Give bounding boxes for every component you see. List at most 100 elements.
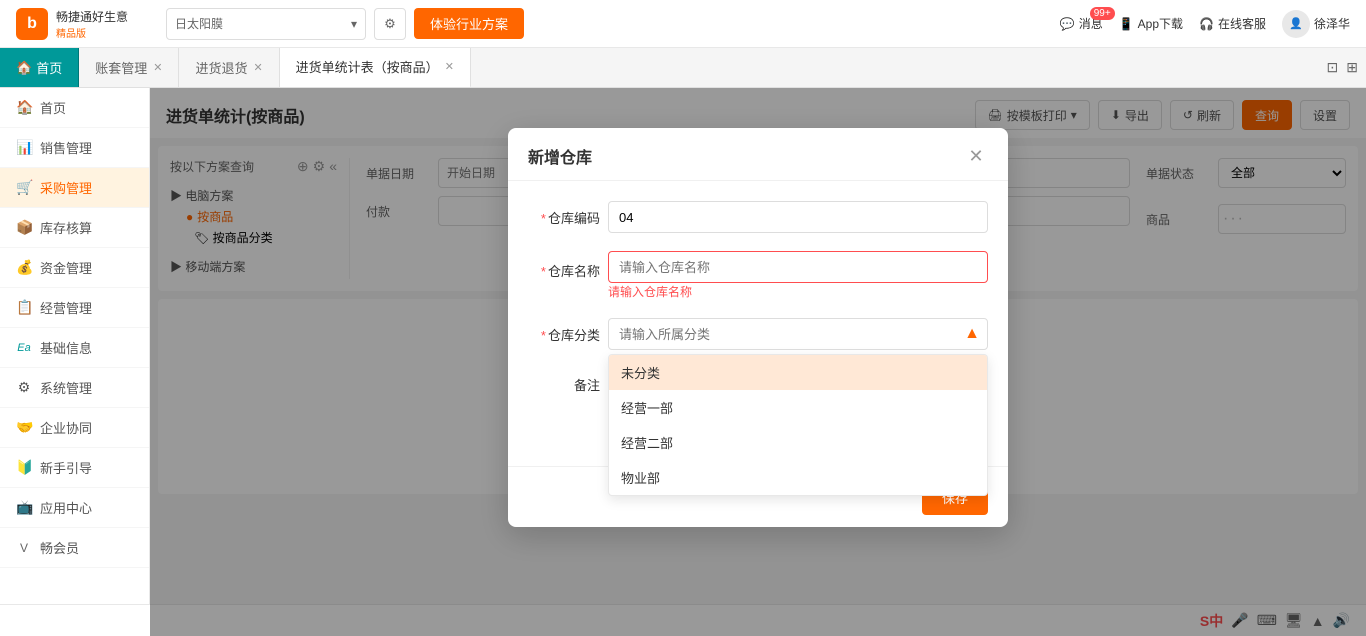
modal-title: 新增仓库 bbox=[528, 144, 592, 168]
operations-icon: 📋 bbox=[16, 299, 32, 316]
dropdown-item-dept1[interactable]: 经营一部 bbox=[609, 390, 987, 425]
logo-area: b 畅捷通好生意 精品版 bbox=[16, 8, 166, 40]
name-field-row: 仓库名称 请输入仓库名称 bbox=[528, 251, 988, 300]
sidebar-item-inventory[interactable]: 📦 库存核算 bbox=[0, 208, 149, 248]
category-select-wrapper: ▲ 未分类 经营一部 经营二部 物业部 bbox=[608, 318, 988, 350]
username-label: 徐泽华 bbox=[1314, 15, 1350, 32]
sidebar-item-basicinfo[interactable]: Ea 基础信息 bbox=[0, 328, 149, 368]
tab-expand-button[interactable]: ⊞ bbox=[1346, 59, 1358, 76]
modal-close-button[interactable]: ✕ bbox=[964, 144, 988, 168]
sidebar-item-sales[interactable]: 📊 销售管理 bbox=[0, 128, 149, 168]
tab-purchase-stats-label: 进货单统计表（按商品） bbox=[296, 57, 439, 76]
sidebar-system-label: 系统管理 bbox=[40, 378, 92, 397]
product-search-box[interactable]: 日太阳膜 ▾ bbox=[166, 8, 366, 40]
notification-badge: 99+ bbox=[1090, 7, 1115, 20]
settings-gear-button[interactable]: ⚙ bbox=[374, 8, 406, 40]
sidebar-item-appcenter[interactable]: 📺 应用中心 bbox=[0, 488, 149, 528]
avatar: 👤 bbox=[1282, 10, 1310, 38]
tab-home-label: 首页 bbox=[36, 58, 62, 77]
code-field-row: 仓库编码 bbox=[528, 201, 988, 233]
message-icon: 💬 bbox=[1060, 17, 1075, 31]
customer-service-item[interactable]: 🎧 在线客服 bbox=[1199, 15, 1266, 32]
name-label: 仓库名称 bbox=[528, 254, 608, 280]
headset-icon: 🎧 bbox=[1199, 17, 1214, 31]
dropdown-item-property[interactable]: 物业部 bbox=[609, 460, 987, 495]
sidebar-item-collab[interactable]: 🤝 企业协同 bbox=[0, 408, 149, 448]
finance-icon: 💰 bbox=[16, 259, 32, 276]
add-warehouse-modal: 新增仓库 ✕ 仓库编码 仓库名称 bbox=[508, 128, 1008, 527]
name-input[interactable] bbox=[608, 251, 988, 283]
sales-icon: 📊 bbox=[16, 139, 32, 156]
member-icon: V bbox=[16, 541, 32, 555]
tab-accounts-close[interactable]: ✕ bbox=[153, 61, 162, 74]
content-area: 进货单统计(按商品) 🖨 按模板打印 ▾ ⬇ 导出 ↺ 刷新 查询 设置 bbox=[150, 88, 1366, 636]
top-header: b 畅捷通好生意 精品版 日太阳膜 ▾ ⚙ 体验行业方案 💬 消息 99+ 📱 … bbox=[0, 0, 1366, 48]
sidebar-guide-label: 新手引导 bbox=[40, 458, 92, 477]
sidebar-item-finance[interactable]: 💰 资金管理 bbox=[0, 248, 149, 288]
search-value: 日太阳膜 bbox=[175, 15, 223, 32]
notes-label: 备注 bbox=[528, 368, 608, 394]
sidebar-item-guide[interactable]: 🔰 新手引导 bbox=[0, 448, 149, 488]
tab-accounts-label: 账套管理 bbox=[95, 58, 147, 77]
tab-purchase-return-label: 进货退货 bbox=[195, 58, 247, 77]
header-right: 💬 消息 99+ 📱 App下载 🎧 在线客服 👤 徐泽华 bbox=[1060, 10, 1350, 38]
tab-minimize-button[interactable]: ⊡ bbox=[1327, 59, 1339, 76]
tab-home[interactable]: 🏠 首页 bbox=[0, 48, 79, 88]
system-icon: ⚙ bbox=[16, 379, 32, 396]
modal-body: 仓库编码 仓库名称 请输入仓库名称 bbox=[508, 181, 1008, 466]
appcenter-icon: 📺 bbox=[16, 499, 32, 516]
sidebar-item-member[interactable]: V 畅会员 bbox=[0, 528, 149, 568]
inventory-icon: 📦 bbox=[16, 219, 32, 236]
sidebar-item-purchase[interactable]: 🛒 采购管理 bbox=[0, 168, 149, 208]
category-dropdown: 未分类 经营一部 经营二部 物业部 bbox=[608, 354, 988, 496]
dropdown-item-uncategorized[interactable]: 未分类 bbox=[609, 355, 987, 390]
tab-bar: 🏠 首页 账套管理 ✕ 进货退货 ✕ 进货单统计表（按商品） ✕ ⊡ ⊞ bbox=[0, 48, 1366, 88]
dropdown-item-dept2[interactable]: 经营二部 bbox=[609, 425, 987, 460]
category-field-row: 仓库分类 ▲ 未分类 经营一部 经营二部 物业部 bbox=[528, 318, 988, 350]
notification-item[interactable]: 💬 消息 99+ bbox=[1060, 15, 1103, 32]
header-search-area: 日太阳膜 ▾ ⚙ 体验行业方案 bbox=[166, 8, 1060, 40]
modal-header: 新增仓库 ✕ bbox=[508, 128, 1008, 181]
sidebar-item-operations[interactable]: 📋 经营管理 bbox=[0, 288, 149, 328]
sidebar-finance-label: 资金管理 bbox=[40, 258, 92, 277]
sidebar-inventory-label: 库存核算 bbox=[40, 218, 92, 237]
main-layout: 🏠 首页 📊 销售管理 🛒 采购管理 📦 库存核算 💰 资金管理 📋 经营管理 … bbox=[0, 88, 1366, 636]
user-avatar-item[interactable]: 👤 徐泽华 bbox=[1282, 10, 1350, 38]
logo-badge: 精品版 bbox=[56, 25, 128, 40]
tab-purchase-stats[interactable]: 进货单统计表（按商品） ✕ bbox=[280, 48, 471, 88]
tab-purchase-return-close[interactable]: ✕ bbox=[253, 61, 262, 74]
home-icon: 🏠 bbox=[16, 60, 32, 76]
app-download-item[interactable]: 📱 App下载 bbox=[1119, 15, 1183, 32]
code-input[interactable] bbox=[608, 201, 988, 233]
collab-icon: 🤝 bbox=[16, 419, 32, 436]
chevron-down-icon: ▾ bbox=[351, 17, 357, 31]
sidebar-member-label: 畅会员 bbox=[40, 538, 79, 557]
tab-accounts[interactable]: 账套管理 ✕ bbox=[79, 48, 179, 88]
category-label: 仓库分类 bbox=[528, 318, 608, 344]
sidebar: 🏠 首页 📊 销售管理 🛒 采购管理 📦 库存核算 💰 资金管理 📋 经营管理 … bbox=[0, 88, 150, 636]
sidebar-home-label: 首页 bbox=[40, 98, 66, 117]
sidebar-item-system[interactable]: ⚙ 系统管理 bbox=[0, 368, 149, 408]
sidebar-appcenter-label: 应用中心 bbox=[40, 498, 92, 517]
sidebar-collab-label: 企业协同 bbox=[40, 418, 92, 437]
logo-text: 畅捷通好生意 精品版 bbox=[56, 8, 128, 40]
sidebar-item-home[interactable]: 🏠 首页 bbox=[0, 88, 149, 128]
guide-icon: 🔰 bbox=[16, 459, 32, 476]
sidebar-sales-label: 销售管理 bbox=[40, 138, 92, 157]
tab-purchase-return[interactable]: 进货退货 ✕ bbox=[179, 48, 279, 88]
trial-button[interactable]: 体验行业方案 bbox=[414, 8, 524, 39]
mobile-icon: 📱 bbox=[1119, 17, 1134, 31]
sidebar-basicinfo-label: 基础信息 bbox=[40, 338, 92, 357]
tab-controls: ⊡ ⊞ bbox=[1319, 59, 1366, 76]
category-input[interactable] bbox=[608, 318, 988, 350]
customer-service-label: 在线客服 bbox=[1218, 15, 1266, 32]
name-error-message: 请输入仓库名称 bbox=[608, 283, 692, 300]
basicinfo-icon: Ea bbox=[16, 342, 32, 354]
logo-icon: b bbox=[16, 8, 48, 40]
purchase-icon: 🛒 bbox=[16, 179, 32, 196]
modal-overlay: 新增仓库 ✕ 仓库编码 仓库名称 bbox=[150, 88, 1366, 636]
tab-purchase-stats-close[interactable]: ✕ bbox=[445, 60, 454, 73]
sidebar-purchase-label: 采购管理 bbox=[40, 178, 92, 197]
sidebar-operations-label: 经营管理 bbox=[40, 298, 92, 317]
home-icon: 🏠 bbox=[16, 99, 32, 116]
